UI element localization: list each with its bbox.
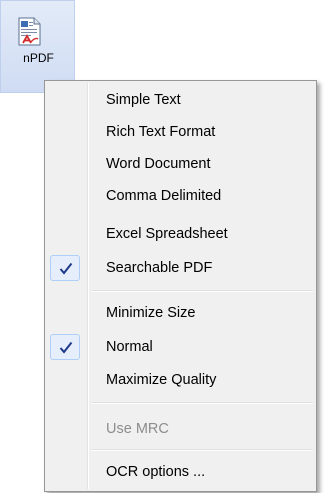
menu-item-label: Excel Spreadsheet <box>106 226 228 242</box>
menu-item-ocr-options[interactable]: OCR options ... <box>47 458 314 486</box>
menu-item-word-document[interactable]: Word Document <box>47 150 314 178</box>
check-highlight <box>50 255 80 281</box>
menu-item-searchable-pdf[interactable]: Searchable PDF <box>47 254 314 282</box>
menu-item-minimize-size[interactable]: Minimize Size <box>47 299 314 327</box>
menu-item-label: Use MRC <box>106 421 169 437</box>
menu-item-excel-spreadsheet[interactable]: Excel Spreadsheet <box>47 220 314 248</box>
menu-item-label: Comma Delimited <box>106 188 222 204</box>
pdf-document-icon <box>18 17 41 46</box>
checkmark-icon <box>59 341 73 354</box>
menu-item-simple-text[interactable]: Simple Text <box>47 86 314 114</box>
context-menu: Simple Text Rich Text Format Word Docume… <box>44 80 317 492</box>
screen: nPDF Simple Text Rich Text Format Word D… <box>0 0 326 493</box>
menu-item-label: OCR options ... <box>106 464 206 480</box>
menu-item-maximize-quality[interactable]: Maximize Quality <box>47 366 314 394</box>
menu-item-label: Maximize Quality <box>106 372 217 388</box>
menu-separator <box>91 449 313 451</box>
menu-item-normal[interactable]: Normal <box>47 333 314 361</box>
menu-item-use-mrc: Use MRC <box>47 415 314 443</box>
desktop-shortcut-label: nPDF <box>23 51 54 65</box>
checkmark-icon <box>59 262 73 275</box>
menu-item-label: Minimize Size <box>106 305 196 321</box>
menu-separator <box>91 402 313 404</box>
menu-item-label: Simple Text <box>106 92 181 108</box>
menu-separator <box>91 290 313 292</box>
menu-item-label: Searchable PDF <box>106 260 213 276</box>
menu-item-label: Rich Text Format <box>106 124 216 140</box>
menu-item-label: Normal <box>106 339 153 355</box>
menu-item-label: Word Document <box>106 156 211 172</box>
menu-item-comma-delimited[interactable]: Comma Delimited <box>47 182 314 210</box>
menu-item-rich-text-format[interactable]: Rich Text Format <box>47 118 314 146</box>
check-highlight <box>50 334 80 360</box>
